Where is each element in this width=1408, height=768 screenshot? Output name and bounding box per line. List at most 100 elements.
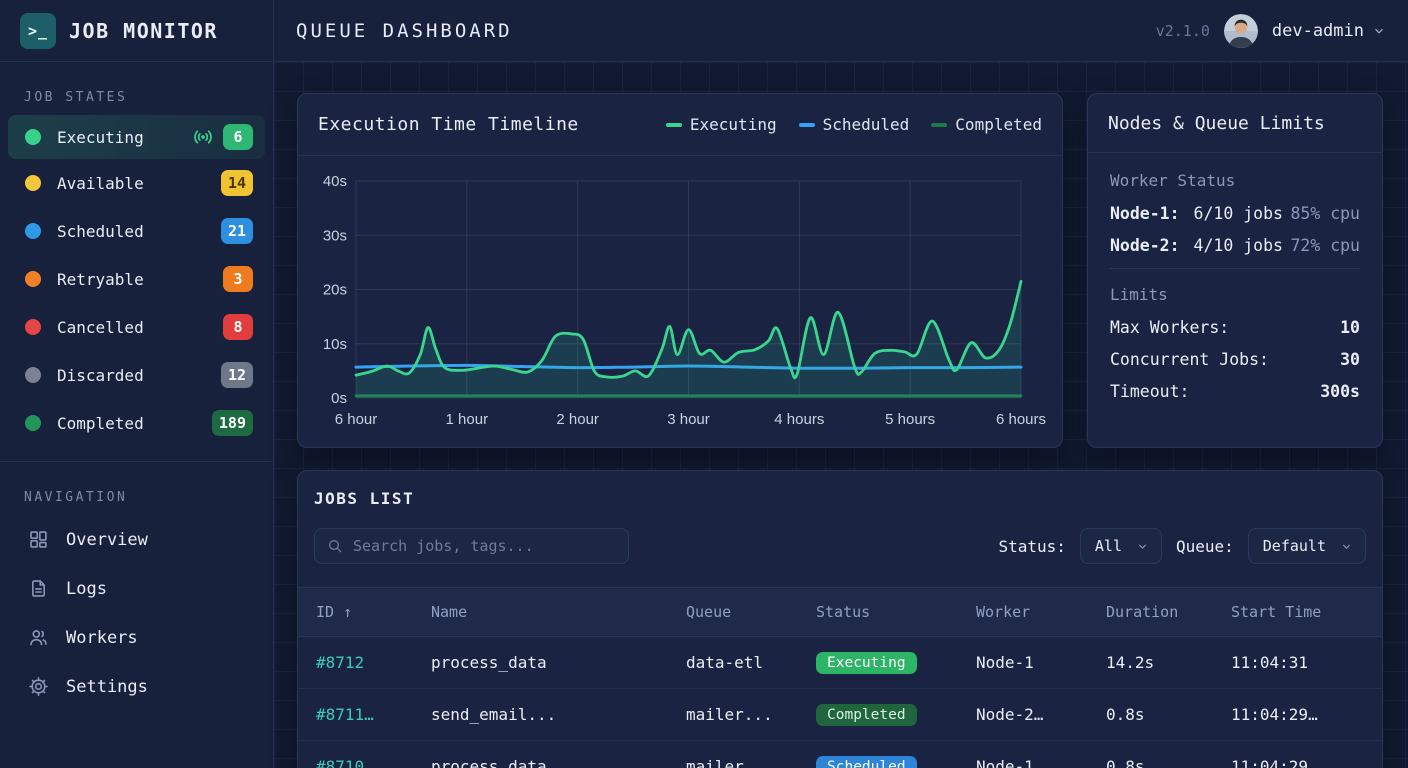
sidebar-state-available[interactable]: Available 14: [0, 159, 273, 207]
job-worker: Node-1: [976, 653, 1034, 672]
state-label: Discarded: [57, 365, 144, 385]
status-dot: [25, 271, 41, 287]
job-start-time: 11:04:29: [1231, 757, 1309, 768]
topbar-right: v2.1.0 dev-admin: [1156, 13, 1386, 48]
table-row[interactable]: #8712 process_data data-etl Executing No…: [298, 637, 1382, 689]
job-worker: Node-2…: [976, 705, 1044, 724]
nav-label: Logs: [66, 578, 107, 599]
nodes-limits-card: Nodes & Queue Limits Worker Status Node-…: [1087, 93, 1383, 448]
avatar[interactable]: [1223, 13, 1258, 48]
worker-status-heading: Worker Status: [1110, 171, 1236, 190]
limit-timeout: Timeout: 300s: [1110, 382, 1360, 401]
column-header-start-time[interactable]: Start Time: [1231, 603, 1382, 621]
job-id-link[interactable]: #8711…: [316, 705, 431, 724]
sidebar-state-scheduled[interactable]: Scheduled 21: [0, 207, 273, 255]
svg-text:30s: 30s: [323, 227, 347, 244]
sidebar-item-logs[interactable]: Logs: [0, 564, 273, 613]
sidebar-item-settings[interactable]: Settings: [0, 662, 273, 711]
svg-text:5 hours: 5 hours: [885, 411, 935, 428]
chart-legend: Executing Scheduled Completed: [665, 115, 1042, 134]
jobs-list-title: JOBS LIST: [314, 489, 415, 508]
job-queue: mailer...: [686, 705, 773, 724]
jobs-toolbar: Status: All Queue: Default: [314, 528, 1366, 564]
state-label: Completed: [57, 413, 144, 433]
search-input[interactable]: [353, 537, 616, 555]
sidebar-state-retryable[interactable]: Retryable 3: [0, 255, 273, 303]
sidebar-state-discarded[interactable]: Discarded 12: [0, 351, 273, 399]
document-icon: [32, 580, 45, 597]
filters: Status: All Queue: Default: [998, 528, 1366, 564]
job-id-link[interactable]: #8710: [316, 757, 431, 768]
job-duration: 14.2s: [1106, 653, 1155, 672]
search-icon: [329, 540, 342, 553]
column-header-status[interactable]: Status: [816, 603, 976, 621]
table-row[interactable]: #8710 process_data mailer Scheduled Node…: [298, 741, 1382, 768]
sidebar-item-overview[interactable]: Overview: [0, 515, 273, 564]
legend-item-scheduled[interactable]: Scheduled: [798, 115, 909, 134]
count-badge: 12: [220, 362, 253, 388]
count-badge: 3: [223, 266, 253, 292]
terminal-logo-icon: >_: [20, 12, 56, 49]
state-label: Available: [57, 173, 144, 193]
svg-text:6 hour: 6 hour: [335, 411, 378, 428]
dashboard-grid-icon: [30, 531, 47, 548]
node-2-status: Node-2: 4/10 jobs 72% cpu: [1110, 236, 1360, 255]
limit-label: Concurrent Jobs:: [1110, 350, 1269, 369]
sidebar-state-executing[interactable]: Executing 6: [8, 115, 265, 159]
job-name: process_data: [431, 757, 547, 768]
nav-label: Workers: [66, 627, 138, 648]
job-states-heading: JOB STATES: [24, 90, 128, 105]
limit-concurrent-jobs: Concurrent Jobs: 30: [1110, 350, 1360, 369]
node-cpu: 72% cpu: [1290, 236, 1360, 255]
status-dot: [25, 367, 41, 383]
status-dot: [25, 129, 41, 145]
svg-text:3 hour: 3 hour: [667, 411, 710, 428]
navigation-heading: NAVIGATION: [24, 490, 128, 505]
chevron-down-icon: [1375, 28, 1383, 34]
queue-filter-label: Queue:: [1175, 536, 1234, 556]
users-icon: [30, 630, 47, 646]
avatar-image: [1223, 13, 1258, 48]
legend-label: Executing: [689, 115, 777, 134]
sidebar-state-completed[interactable]: Completed 189: [0, 399, 273, 447]
job-id-link[interactable]: #8712: [316, 653, 431, 672]
count-badge: 21: [220, 218, 253, 244]
jobs-table-header: ID ↑ Name Queue Status Worker Duration S…: [298, 587, 1382, 637]
column-header-queue[interactable]: Queue: [686, 603, 816, 621]
table-row[interactable]: #8711… send_email... mailer... Completed…: [298, 689, 1382, 741]
state-label: Retryable: [57, 269, 144, 289]
jobs-table: ID ↑ Name Queue Status Worker Duration S…: [298, 587, 1382, 768]
queue-filter-select[interactable]: Default: [1247, 528, 1366, 564]
node-1-status: Node-1: 6/10 jobs 85% cpu: [1110, 204, 1360, 223]
limit-value: 300s: [1320, 382, 1360, 401]
column-header-name[interactable]: Name: [431, 603, 686, 621]
column-header-worker[interactable]: Worker: [976, 603, 1106, 621]
sidebar-state-cancelled[interactable]: Cancelled 8: [0, 303, 273, 351]
job-name: process_data: [431, 653, 547, 672]
status-badge: Scheduled: [816, 755, 917, 768]
count-badge: 8: [223, 314, 253, 340]
legend-swatch: [665, 122, 682, 127]
legend-item-completed[interactable]: Completed: [931, 115, 1042, 134]
legend-label: Completed: [955, 115, 1042, 134]
svg-text:4 hours: 4 hours: [774, 411, 824, 428]
timeline-card-header: Execution Time Timeline Executing Schedu…: [298, 94, 1062, 156]
column-header-duration[interactable]: Duration: [1106, 603, 1231, 621]
state-label: Scheduled: [57, 221, 144, 241]
svg-text:40s: 40s: [323, 173, 347, 190]
legend-swatch: [931, 122, 948, 127]
job-queue: mailer: [686, 757, 744, 768]
legend-item-executing[interactable]: Executing: [665, 115, 777, 134]
user-name: dev-admin: [1271, 20, 1364, 41]
count-badge: 14: [220, 170, 253, 196]
app-root: >_ JOB MONITOR QUEUE DASHBOARD v2.1.0 de…: [0, 0, 1408, 768]
nav-label: Settings: [66, 676, 148, 697]
sidebar-item-workers[interactable]: Workers: [0, 613, 273, 662]
timeline-chart-svg: 0s 10s 20s 30s 40s 6 hour 1 hour 2 hour 3 hour 4 …: [323, 173, 1046, 428]
chevron-down-icon: [1138, 543, 1147, 549]
limit-value: 10: [1340, 318, 1360, 337]
status-filter-select[interactable]: All: [1079, 528, 1162, 564]
user-menu[interactable]: dev-admin: [1272, 21, 1386, 41]
column-header-id[interactable]: ID ↑: [316, 603, 431, 621]
status-dot: [25, 415, 41, 431]
